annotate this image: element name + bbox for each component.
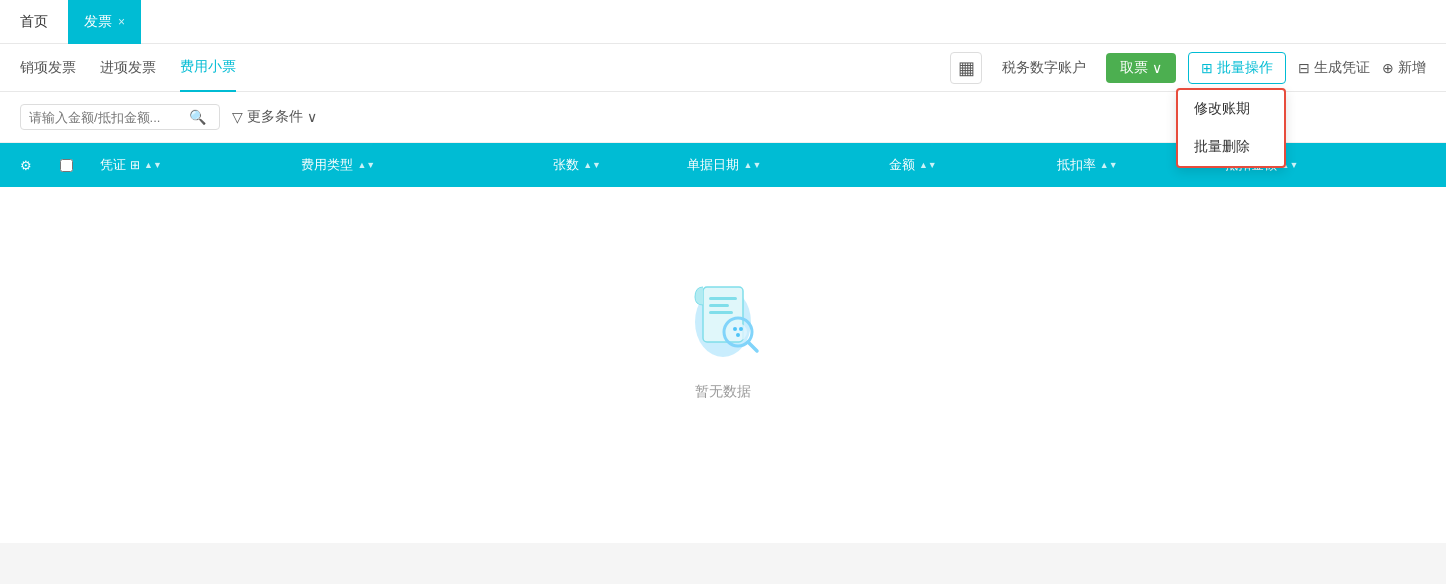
sub-nav: 销项发票 进项发票 费用小票 ▦ 税务数字账户 取票 ∨ ⊞ 批量操作 修改账期… [0,44,1446,92]
svg-line-7 [748,342,757,351]
generate-voucher-label: 生成凭证 [1314,59,1370,77]
qr-code-button[interactable]: ▦ [950,52,982,84]
take-ticket-label: 取票 [1120,59,1148,77]
search-wrap: 🔍 [20,104,220,130]
sales-invoice-tab[interactable]: 销项发票 [20,44,76,92]
th-expense-type: 费用类型 ▲▼ [301,156,553,174]
batch-op-button[interactable]: ⊞ 批量操作 [1188,52,1286,84]
home-nav-item[interactable]: 首页 [0,0,68,44]
th-voucher: 凭证 ⊞ ▲▼ [100,156,301,174]
empty-state: 暂无数据 [0,187,1446,441]
svg-rect-2 [709,297,737,300]
svg-rect-3 [709,304,729,307]
th-date: 单据日期 ▲▼ [687,156,888,174]
th-expense-sort[interactable]: ▲▼ [357,162,375,168]
svg-point-9 [739,327,743,331]
svg-point-10 [736,333,740,337]
invoice-tab[interactable]: 发票 × [68,0,141,44]
svg-point-8 [733,327,737,331]
purchase-invoice-tab[interactable]: 进项发票 [100,44,156,92]
th-voucher-sort[interactable]: ▲▼ [144,162,162,168]
th-amount-label: 金额 [889,156,915,174]
invoice-tab-close[interactable]: × [118,15,125,29]
svg-point-6 [729,323,747,341]
svg-rect-4 [709,311,733,314]
more-filter-label: 更多条件 [247,108,303,126]
batch-delete-item[interactable]: 批量删除 [1178,128,1284,166]
th-voucher-icon: ⊞ [130,158,140,172]
th-date-sort[interactable]: ▲▼ [743,162,761,168]
th-count-label: 张数 [553,156,579,174]
th-amount-sort[interactable]: ▲▼ [919,162,937,168]
empty-illustration [673,267,773,367]
select-all-checkbox[interactable] [60,159,73,172]
th-rate-label: 抵扣率 [1057,156,1096,174]
gear-icon: ⚙ [20,158,32,173]
th-expense-label: 费用类型 [301,156,353,174]
generate-voucher-icon: ⊟ [1298,60,1310,76]
tax-account-button[interactable]: 税务数字账户 [994,55,1094,81]
more-filter-button[interactable]: ▽ 更多条件 ∨ [232,108,317,126]
page-content: ⚙ 凭证 ⊞ ▲▼ 费用类型 ▲▼ 张数 ▲▼ 单据日期 ▲▼ 金额 ▲▼ 抵扣… [0,143,1446,543]
more-filter-arrow: ∨ [307,109,317,125]
add-new-icon: ⊕ [1382,60,1394,76]
th-rate-sort[interactable]: ▲▼ [1100,162,1118,168]
search-icon: 🔍 [189,109,206,125]
modify-period-item[interactable]: 修改账期 [1178,90,1284,128]
sub-nav-left: 销项发票 进项发票 费用小票 [20,44,236,92]
generate-voucher-button[interactable]: ⊟ 生成凭证 [1298,59,1370,77]
th-count-sort[interactable]: ▲▼ [583,162,601,168]
batch-op-icon: ⊞ [1201,60,1213,76]
batch-op-wrap: ⊞ 批量操作 修改账期 批量删除 [1188,52,1286,84]
th-settings[interactable]: ⚙ [20,158,60,173]
filter-funnel-icon: ▽ [232,109,243,125]
add-new-button[interactable]: ⊕ 新增 [1382,59,1426,77]
top-nav: 首页 发票 × [0,0,1446,44]
add-new-label: 新增 [1398,59,1426,77]
th-amount: 金额 ▲▼ [889,156,1057,174]
th-checkbox[interactable] [60,159,100,172]
th-count: 张数 ▲▼ [553,156,687,174]
th-voucher-label: 凭证 [100,156,126,174]
take-ticket-button[interactable]: 取票 ∨ [1106,53,1176,83]
search-input[interactable] [29,110,189,125]
empty-text: 暂无数据 [695,383,751,401]
expense-receipt-tab[interactable]: 费用小票 [180,44,236,92]
sub-nav-right: ▦ 税务数字账户 取票 ∨ ⊞ 批量操作 修改账期 批量删除 ⊟ 生成凭证 ⊕ … [950,52,1426,84]
invoice-tab-label: 发票 [84,13,112,31]
batch-dropdown-menu: 修改账期 批量删除 [1176,88,1286,168]
th-date-label: 单据日期 [687,156,739,174]
take-ticket-arrow: ∨ [1152,60,1162,76]
batch-op-label: 批量操作 [1217,59,1273,77]
